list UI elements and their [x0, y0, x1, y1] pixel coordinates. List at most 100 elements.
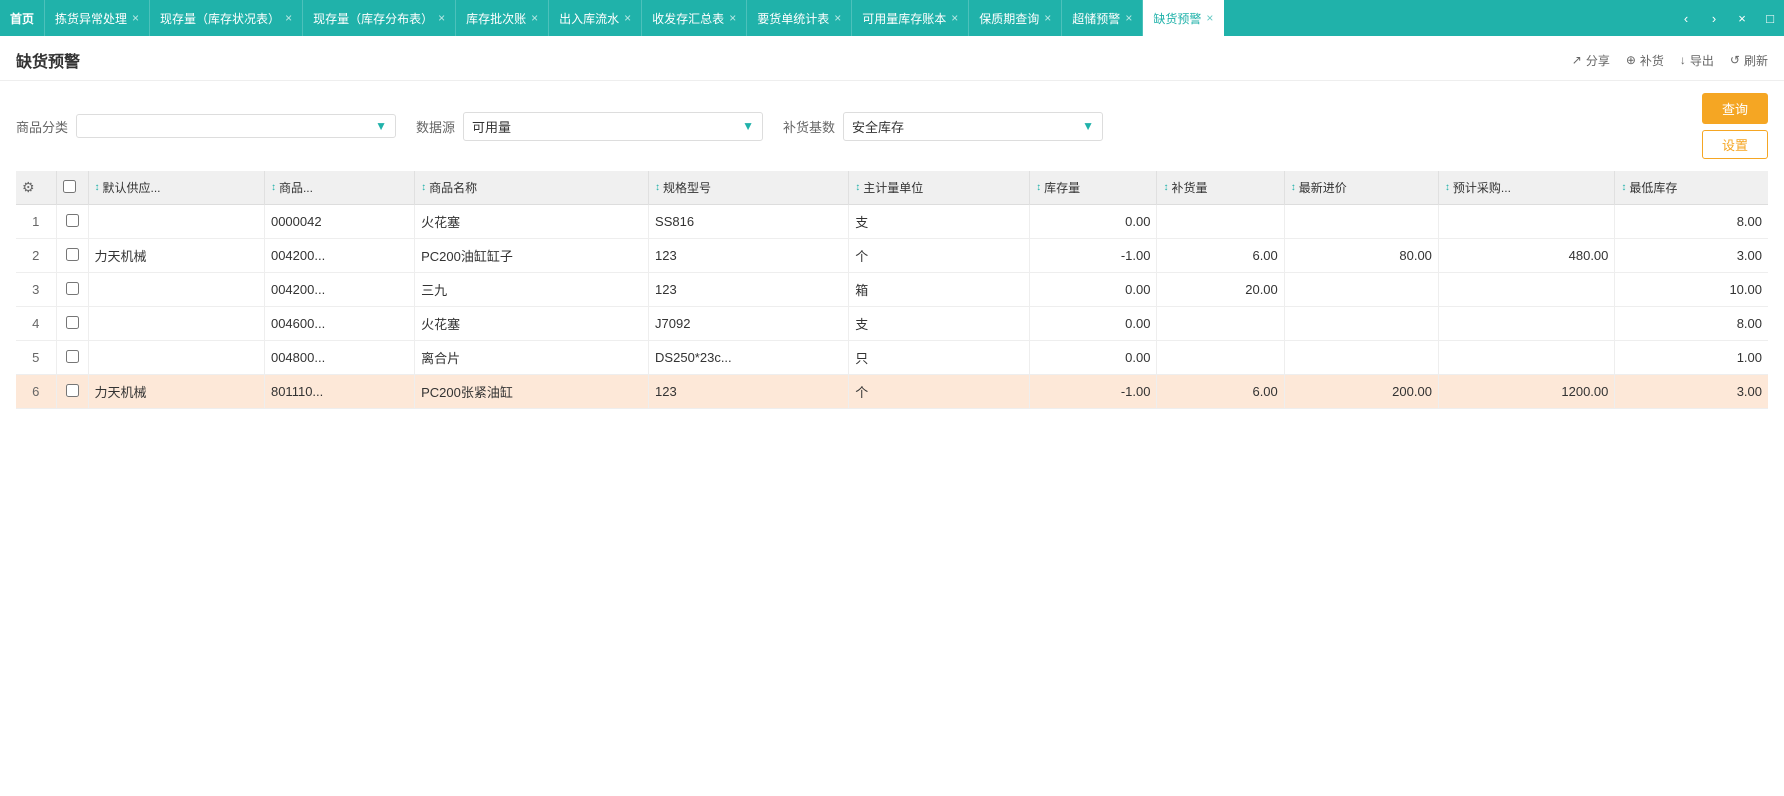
th-unit[interactable]: ↕ 主计量单位	[849, 171, 1030, 205]
row-checkbox-cell-4[interactable]	[56, 307, 88, 341]
row-checkbox-6[interactable]	[66, 384, 79, 397]
tab-inventory-dist[interactable]: 现存量（库存分布表） ×	[303, 0, 456, 36]
th-spec[interactable]: ↕ 规格型号	[649, 171, 849, 205]
row-checkbox-cell-5[interactable]	[56, 341, 88, 375]
th-est-purchase[interactable]: ↕ 预计采购...	[1438, 171, 1614, 205]
tab-shortage-close[interactable]: ×	[1206, 11, 1213, 25]
th-unit-sort-icon: ↕	[855, 182, 860, 193]
row-unit-6: 个	[849, 375, 1030, 409]
tab-batch-account-close[interactable]: ×	[531, 11, 538, 25]
row-goods-id-5: 004800...	[264, 341, 414, 375]
th-supplier-sort-icon: ↕	[95, 182, 100, 193]
tab-shortage[interactable]: 缺货预警 ×	[1143, 0, 1224, 36]
replenish-filter-group: 补货基数 安全库存 ▼	[783, 112, 1103, 141]
th-goods-id-label: 商品...	[279, 179, 313, 196]
row-checkbox-cell-6[interactable]	[56, 375, 88, 409]
th-min-stock-sort-icon: ↕	[1621, 182, 1626, 193]
tab-exception-label: 拣货异常处理	[55, 10, 127, 27]
row-checkbox-cell-2[interactable]	[56, 239, 88, 273]
tab-expiry-query-close[interactable]: ×	[1044, 11, 1051, 25]
share-action[interactable]: ↗ 分享	[1572, 52, 1610, 69]
tab-receive-summary[interactable]: 收发存汇总表 ×	[642, 0, 747, 36]
row-goods-id-3: 004200...	[264, 273, 414, 307]
th-replenish-qty[interactable]: ↕ 补货量	[1157, 171, 1284, 205]
tab-maximize-btn[interactable]: □	[1756, 0, 1784, 36]
data-table: ⚙ ↕ 默认供应... ↕ 商品...	[16, 171, 1768, 409]
datasource-filter-label: 数据源	[416, 117, 455, 136]
filter-area: 商品分类 ▼ 数据源 可用量 ▼ 补货基数 安全库存 ▼ 查询 设置	[0, 81, 1784, 171]
tab-inventory-dist-close[interactable]: ×	[438, 11, 445, 25]
settings-button[interactable]: 设置	[1702, 130, 1768, 159]
row-checkbox-cell-3[interactable]	[56, 273, 88, 307]
row-checkbox-3[interactable]	[66, 282, 79, 295]
row-goods-name-1: 火花塞	[415, 205, 649, 239]
row-goods-id-1: 0000042	[264, 205, 414, 239]
row-unit-3: 箱	[849, 273, 1030, 307]
row-supplier-4	[88, 307, 264, 341]
row-goods-name-3: 三九	[415, 273, 649, 307]
th-settings[interactable]: ⚙	[16, 171, 56, 205]
tab-available-ledger-close[interactable]: ×	[951, 11, 958, 25]
select-all-checkbox[interactable]	[63, 180, 76, 193]
tab-expiry-query[interactable]: 保质期查询 ×	[969, 0, 1062, 36]
category-filter-group: 商品分类 ▼	[16, 114, 396, 138]
tab-inventory-dist-label: 现存量（库存分布表）	[313, 10, 433, 27]
tab-available-ledger-label: 可用量库存账本	[862, 10, 946, 27]
export-action[interactable]: ↓ 导出	[1680, 52, 1714, 69]
row-num-6: 6	[16, 375, 56, 409]
tab-next-btn[interactable]: ›	[1700, 0, 1728, 36]
query-button[interactable]: 查询	[1702, 93, 1768, 124]
tab-receive-summary-close[interactable]: ×	[729, 11, 736, 25]
tab-available-ledger[interactable]: 可用量库存账本 ×	[852, 0, 969, 36]
tab-overstock-close[interactable]: ×	[1125, 11, 1132, 25]
row-stock-5: 0.00	[1030, 341, 1157, 375]
th-latest-price[interactable]: ↕ 最新进价	[1284, 171, 1438, 205]
row-checkbox-5[interactable]	[66, 350, 79, 363]
row-supplier-6: 力天机械	[88, 375, 264, 409]
row-stock-1: 0.00	[1030, 205, 1157, 239]
tab-inout-flow-close[interactable]: ×	[624, 11, 631, 25]
tab-order-stats[interactable]: 要货单统计表 ×	[747, 0, 852, 36]
tab-order-stats-close[interactable]: ×	[834, 11, 841, 25]
refresh-action[interactable]: ↺ 刷新	[1730, 52, 1768, 69]
category-select[interactable]: ▼	[76, 114, 396, 138]
row-checkbox-cell-1[interactable]	[56, 205, 88, 239]
row-checkbox-1[interactable]	[66, 214, 79, 227]
tab-exception-close[interactable]: ×	[132, 11, 139, 25]
tab-inventory-status[interactable]: 现存量（库存状况表） ×	[150, 0, 303, 36]
th-stock[interactable]: ↕ 库存量	[1030, 171, 1157, 205]
row-est-purchase-6: 1200.00	[1438, 375, 1614, 409]
tab-prev-btn[interactable]: ‹	[1672, 0, 1700, 36]
tab-home[interactable]: 首页	[0, 0, 45, 36]
tab-inout-flow[interactable]: 出入库流水 ×	[549, 0, 642, 36]
tab-overstock[interactable]: 超储预警 ×	[1062, 0, 1143, 36]
th-goods-name[interactable]: ↕ 商品名称	[415, 171, 649, 205]
row-min-stock-4: 8.00	[1615, 307, 1768, 341]
tab-close-all-btn[interactable]: ×	[1728, 0, 1756, 36]
replenish-dropdown-icon: ▼	[1082, 119, 1094, 133]
table-header-row: ⚙ ↕ 默认供应... ↕ 商品...	[16, 171, 1768, 205]
refresh-label: 刷新	[1744, 52, 1768, 69]
row-goods-name-2: PC200油缸缸子	[415, 239, 649, 273]
header-actions: ↗ 分享 ⊕ 补货 ↓ 导出 ↺ 刷新	[1572, 52, 1768, 69]
category-dropdown-icon: ▼	[375, 119, 387, 133]
row-stock-6: -1.00	[1030, 375, 1157, 409]
tab-batch-account[interactable]: 库存批次账 ×	[456, 0, 549, 36]
th-goods-id[interactable]: ↕ 商品...	[264, 171, 414, 205]
th-min-stock[interactable]: ↕ 最低库存	[1615, 171, 1768, 205]
row-min-stock-3: 10.00	[1615, 273, 1768, 307]
th-stock-label: 库存量	[1044, 179, 1080, 196]
th-unit-label: 主计量单位	[863, 179, 923, 196]
replenish-action[interactable]: ⊕ 补货	[1626, 52, 1664, 69]
row-min-stock-2: 3.00	[1615, 239, 1768, 273]
th-supplier[interactable]: ↕ 默认供应...	[88, 171, 264, 205]
tab-exception[interactable]: 拣货异常处理 ×	[45, 0, 150, 36]
row-checkbox-2[interactable]	[66, 248, 79, 261]
settings-gear-icon[interactable]: ⚙	[22, 179, 35, 195]
row-replenish-qty-2: 6.00	[1157, 239, 1284, 273]
replenish-icon: ⊕	[1626, 53, 1636, 67]
tab-inventory-status-close[interactable]: ×	[285, 11, 292, 25]
datasource-select[interactable]: 可用量 ▼	[463, 112, 763, 141]
replenish-select[interactable]: 安全库存 ▼	[843, 112, 1103, 141]
row-checkbox-4[interactable]	[66, 316, 79, 329]
